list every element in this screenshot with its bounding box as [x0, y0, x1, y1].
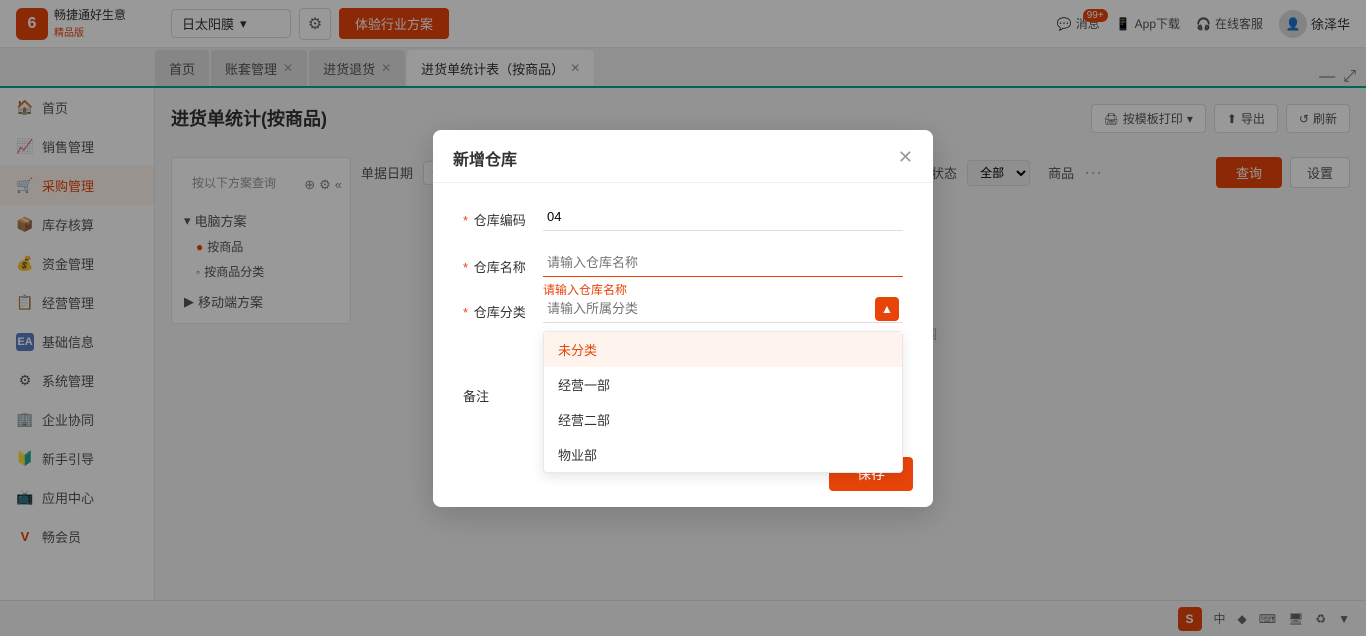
required-star-code: *	[463, 213, 468, 228]
category-dropdown-list: 未分类 经营一部 经营二部 物业部	[543, 331, 903, 473]
required-star-category: *	[463, 305, 468, 320]
required-star-name: *	[463, 260, 468, 275]
modal-close-button[interactable]: ✕	[898, 147, 913, 168]
form-row-name: * 仓库名称 请输入仓库名称	[463, 249, 903, 277]
form-row-category: * 仓库分类 ▲ 未分类 经营一部 经营二部 物业部	[463, 295, 903, 323]
new-warehouse-modal: 新增仓库 ✕ * 仓库编码 * 仓库名称	[433, 130, 933, 507]
category-dropdown-wrapper: ▲ 未分类 经营一部 经营二部 物业部	[543, 295, 903, 323]
dropdown-option-dept3[interactable]: 物业部	[544, 437, 902, 472]
modal-body: * 仓库编码 * 仓库名称 请输入仓库名称 *	[433, 183, 933, 445]
warehouse-name-input[interactable]	[543, 249, 903, 277]
modal-header: 新增仓库 ✕	[433, 130, 933, 183]
name-label: * 仓库名称	[463, 250, 543, 276]
category-input[interactable]	[543, 295, 903, 323]
warehouse-code-input[interactable]	[543, 203, 903, 231]
category-label: * 仓库分类	[463, 295, 543, 321]
form-row-code: * 仓库编码	[463, 203, 903, 231]
notes-label: 备注	[463, 379, 543, 405]
dropdown-option-uncategorized[interactable]: 未分类	[544, 332, 902, 367]
dropdown-option-dept2[interactable]: 经营二部	[544, 402, 902, 437]
dropdown-toggle-button[interactable]: ▲	[875, 297, 899, 321]
code-label: * 仓库编码	[463, 203, 543, 229]
dropdown-option-dept1[interactable]: 经营一部	[544, 367, 902, 402]
modal-overlay: 新增仓库 ✕ * 仓库编码 * 仓库名称	[0, 0, 1366, 636]
modal-title: 新增仓库	[453, 146, 517, 170]
